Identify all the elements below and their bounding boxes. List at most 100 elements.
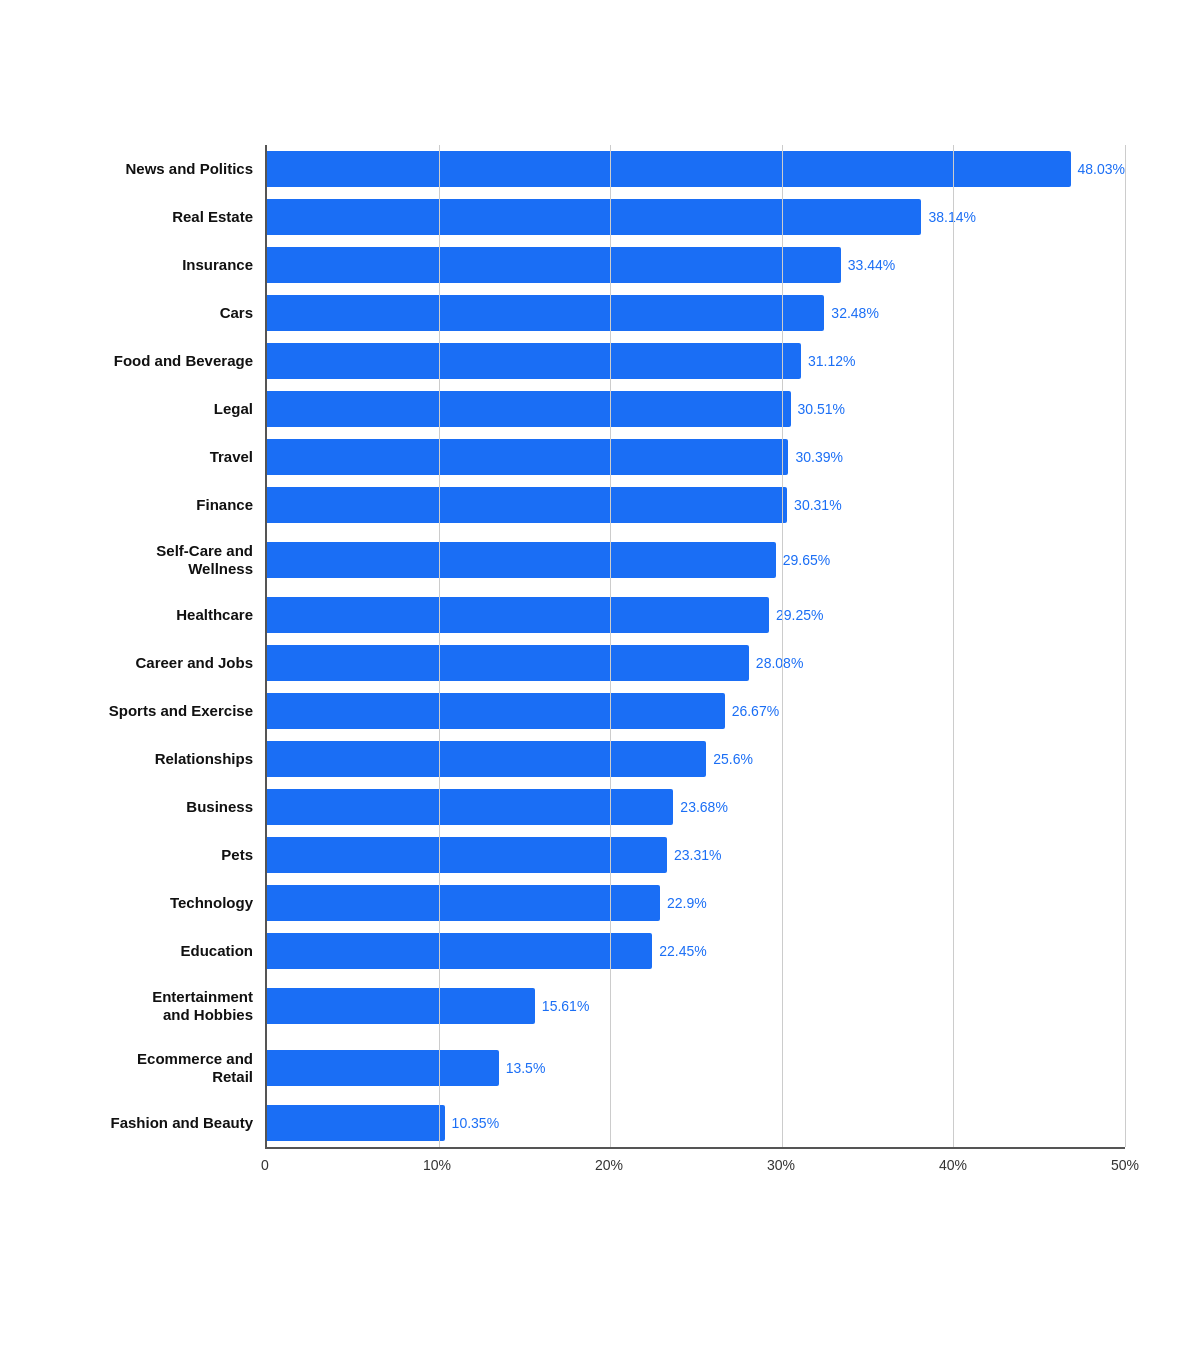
- grid-line: [1125, 783, 1126, 831]
- bar: [267, 151, 1071, 187]
- bar-row: News and Politics48.03%: [65, 145, 1125, 193]
- grid-line: [1125, 145, 1126, 193]
- bar-container: 29.25%: [265, 591, 1125, 639]
- bar-container: 25.6%: [265, 735, 1125, 783]
- grid-line: [782, 687, 783, 735]
- bar: [267, 741, 706, 777]
- grid-line: [1125, 433, 1126, 481]
- y-axis-label: Fashion and Beauty: [65, 1114, 265, 1132]
- bar-row: Travel 30.39%: [65, 433, 1125, 481]
- grid-line: [782, 927, 783, 975]
- y-axis-label: Real Estate: [65, 208, 265, 226]
- grid-line: [782, 831, 783, 879]
- bar-container: 28.08%: [265, 639, 1125, 687]
- bar: [267, 988, 535, 1024]
- bar-row: Technology 22.9%: [65, 879, 1125, 927]
- bar-value-label: 23.31%: [674, 847, 721, 863]
- bar-value-label: 10.35%: [452, 1115, 499, 1131]
- y-axis-label: Insurance: [65, 256, 265, 274]
- bar-container: 48.03%: [265, 145, 1125, 193]
- y-axis-label: Sports and Exercise: [65, 702, 265, 720]
- bar-value-label: 38.14%: [928, 209, 975, 225]
- chart-area: News and Politics48.03% Real Estate 38.14%…: [65, 145, 1125, 1187]
- bar: [267, 933, 652, 969]
- bar-value-label: 29.25%: [776, 607, 823, 623]
- bar-value-label: 48.03%: [1078, 161, 1125, 177]
- bar-container: 15.61%: [265, 975, 1125, 1037]
- y-axis-label: Relationships: [65, 750, 265, 768]
- grid-line: [953, 735, 954, 783]
- grid-line: [953, 241, 954, 289]
- grid-line: [1125, 879, 1126, 927]
- grid-line: [953, 481, 954, 529]
- bar-container: 30.51%: [265, 385, 1125, 433]
- grid-line: [610, 975, 611, 1037]
- y-axis-label: Pets: [65, 846, 265, 864]
- bar-row: Relationships25.6%: [65, 735, 1125, 783]
- bar-value-label: 29.65%: [783, 552, 830, 568]
- bar-value-label: 30.51%: [798, 401, 845, 417]
- bar: [267, 295, 824, 331]
- bar: [267, 693, 725, 729]
- y-axis-label: Technology: [65, 894, 265, 912]
- y-axis-label: Ecommerce and Retail: [65, 1050, 265, 1086]
- chart-container: News and Politics48.03% Real Estate 38.14%…: [45, 115, 1145, 1247]
- bar-container: 13.5%: [265, 1037, 1125, 1099]
- grid-line: [1125, 289, 1126, 337]
- bar-row: Business23.68%: [65, 783, 1125, 831]
- bar-container: 33.44%: [265, 241, 1125, 289]
- bar-row: Real Estate 38.14%: [65, 193, 1125, 241]
- bar-row: Legal 30.51%: [65, 385, 1125, 433]
- bar-value-label: 22.9%: [667, 895, 707, 911]
- bar-container: 31.12%: [265, 337, 1125, 385]
- bar: [267, 645, 749, 681]
- bar: [267, 597, 769, 633]
- bar-row: Pets 23.31%: [65, 831, 1125, 879]
- grid-line: [1125, 529, 1126, 591]
- grid-line: [953, 337, 954, 385]
- bar-row: Self-Care and Wellness29.65%: [65, 529, 1125, 591]
- bar-container: 29.65%: [265, 529, 1125, 591]
- y-axis-label: Entertainment and Hobbies: [65, 988, 265, 1024]
- bar-value-label: 22.45%: [659, 943, 706, 959]
- bar: [267, 885, 660, 921]
- grid-line: [953, 529, 954, 591]
- x-tick-label: 10%: [423, 1157, 451, 1173]
- grid-line: [1125, 687, 1126, 735]
- y-axis-label: Cars: [65, 304, 265, 322]
- bar-container: 26.67%: [265, 687, 1125, 735]
- grid-line: [953, 289, 954, 337]
- y-axis-label: Business: [65, 798, 265, 816]
- grid-line: [953, 1099, 954, 1147]
- y-axis-label: Legal: [65, 400, 265, 418]
- grid-line: [953, 687, 954, 735]
- bar-container: 22.45%: [265, 927, 1125, 975]
- bar-row: Finance30.31%: [65, 481, 1125, 529]
- grid-line: [782, 1099, 783, 1147]
- grid-line: [953, 783, 954, 831]
- bar-value-label: 15.61%: [542, 998, 589, 1014]
- y-axis-label: Travel: [65, 448, 265, 466]
- bar-value-label: 33.44%: [848, 257, 895, 273]
- bar: [267, 343, 801, 379]
- x-axis: 010%20%30%40%50%: [265, 1147, 1125, 1187]
- bar-row: Healthcare 29.25%: [65, 591, 1125, 639]
- y-axis-label: Healthcare: [65, 606, 265, 624]
- bar-value-label: 32.48%: [831, 305, 878, 321]
- bar: [267, 439, 788, 475]
- grid-line: [953, 385, 954, 433]
- bar-value-label: 30.39%: [795, 449, 842, 465]
- grid-line: [1125, 241, 1126, 289]
- bar-row: Cars 32.48%: [65, 289, 1125, 337]
- bar-value-label: 28.08%: [756, 655, 803, 671]
- bar: [267, 199, 921, 235]
- bar: [267, 391, 791, 427]
- bar-container: 30.31%: [265, 481, 1125, 529]
- x-tick-label: 50%: [1111, 1157, 1139, 1173]
- grid-line: [953, 591, 954, 639]
- grid-line: [953, 1037, 954, 1099]
- bar-row: Education22.45%: [65, 927, 1125, 975]
- bar-value-label: 31.12%: [808, 353, 855, 369]
- grid-line: [953, 927, 954, 975]
- bar-value-label: 13.5%: [506, 1060, 546, 1076]
